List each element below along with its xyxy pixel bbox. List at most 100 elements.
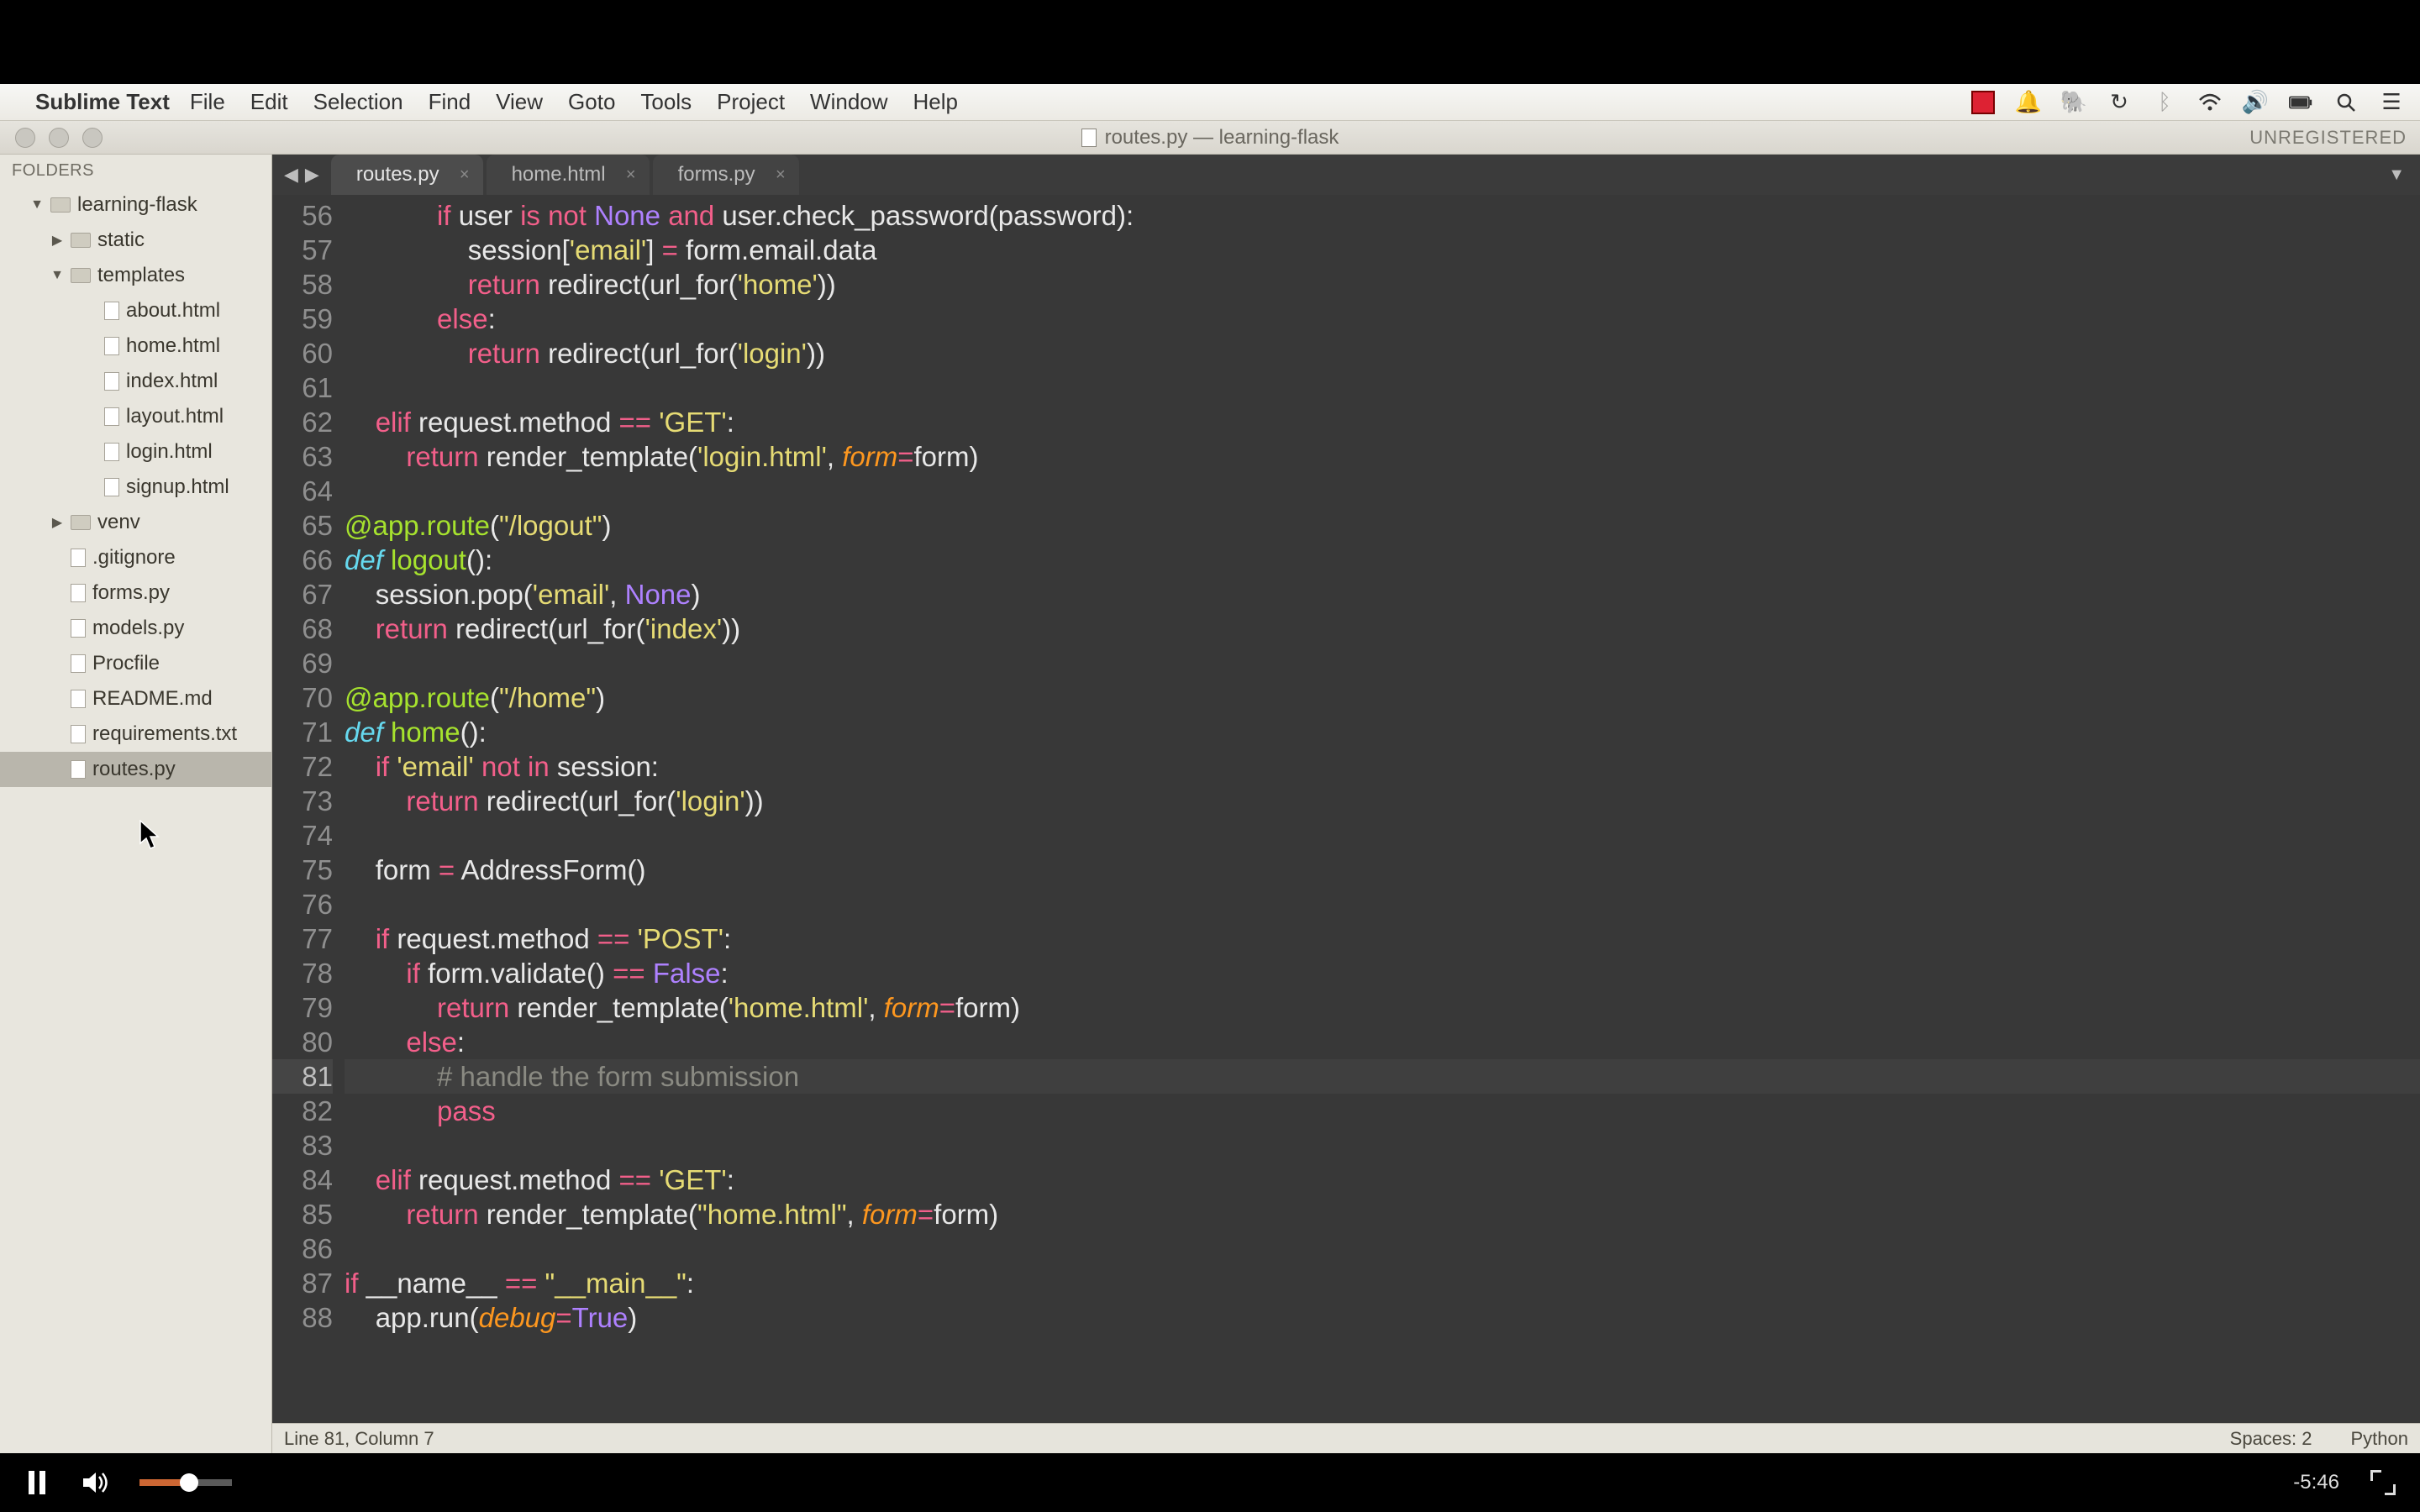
code-line[interactable]: def home(): [345, 715, 2420, 749]
code-line[interactable]: session['email'] = form.email.data [345, 233, 2420, 267]
tab-forms-py[interactable]: forms.py× [653, 155, 799, 195]
menu-edit[interactable]: Edit [250, 89, 288, 114]
line-number[interactable]: 86 [272, 1231, 333, 1266]
line-number[interactable]: 85 [272, 1197, 333, 1231]
code-line[interactable]: @app.route("/logout") [345, 508, 2420, 543]
battery-icon[interactable] [2289, 91, 2312, 114]
line-number[interactable]: 88 [272, 1300, 333, 1335]
file-README.md[interactable]: README.md [0, 681, 271, 717]
menu-help[interactable]: Help [913, 89, 958, 114]
volume-icon[interactable]: 🔊 [2244, 91, 2267, 114]
app-name[interactable]: Sublime Text [35, 89, 170, 115]
code-line[interactable] [345, 474, 2420, 508]
file-requirements.txt[interactable]: requirements.txt [0, 717, 271, 752]
file-layout.html[interactable]: layout.html [0, 399, 271, 434]
nav-back-icon[interactable]: ◀ [284, 164, 298, 186]
file-home.html[interactable]: home.html [0, 328, 271, 364]
file-index.html[interactable]: index.html [0, 364, 271, 399]
code-line[interactable] [345, 370, 2420, 405]
line-number[interactable]: 63 [272, 439, 333, 474]
line-number[interactable]: 59 [272, 302, 333, 336]
menu-tools[interactable]: Tools [640, 89, 692, 114]
file-.gitignore[interactable]: .gitignore [0, 540, 271, 575]
file-forms.py[interactable]: forms.py [0, 575, 271, 611]
line-number[interactable]: 76 [272, 887, 333, 921]
line-number[interactable]: 60 [272, 336, 333, 370]
code-line[interactable]: session.pop('email', None) [345, 577, 2420, 612]
cursor-position[interactable]: Line 81, Column 7 [284, 1428, 434, 1450]
line-number[interactable]: 57 [272, 233, 333, 267]
code-line[interactable]: if __name__ == "__main__": [345, 1266, 2420, 1300]
line-number[interactable]: 77 [272, 921, 333, 956]
progress-knob[interactable] [180, 1473, 198, 1492]
tab-home-html[interactable]: home.html× [487, 155, 650, 195]
code-view[interactable]: 5657585960616263646566676869707172737475… [272, 195, 2420, 1423]
code-line[interactable]: if request.method == 'POST': [345, 921, 2420, 956]
progress-bar[interactable] [139, 1479, 232, 1486]
fullscreen-button[interactable] [2368, 1467, 2398, 1498]
menu-view[interactable]: View [496, 89, 543, 114]
line-number[interactable]: 56 [272, 198, 333, 233]
line-number[interactable]: 66 [272, 543, 333, 577]
line-number[interactable]: 68 [272, 612, 333, 646]
file-login.html[interactable]: login.html [0, 434, 271, 470]
line-number[interactable]: 58 [272, 267, 333, 302]
menu-goto[interactable]: Goto [568, 89, 615, 114]
code-line[interactable]: else: [345, 1025, 2420, 1059]
line-number[interactable]: 84 [272, 1163, 333, 1197]
menu-file[interactable]: File [190, 89, 225, 114]
line-number[interactable]: 80 [272, 1025, 333, 1059]
disclosure-icon[interactable]: ▶ [50, 232, 64, 249]
pause-button[interactable] [22, 1467, 52, 1498]
tab-close-icon[interactable]: × [460, 165, 470, 185]
menu-find[interactable]: Find [429, 89, 471, 114]
folder-templates[interactable]: ▼templates [0, 258, 271, 293]
file-about.html[interactable]: about.html [0, 293, 271, 328]
code-line[interactable]: return redirect(url_for('login')) [345, 784, 2420, 818]
code-content[interactable]: if user is not None and user.check_passw… [345, 195, 2420, 1423]
code-line[interactable]: app.run(debug=True) [345, 1300, 2420, 1335]
volume-button[interactable] [81, 1467, 111, 1498]
tab-overflow-icon[interactable]: ▼ [2373, 155, 2420, 195]
tab-routes-py[interactable]: routes.py× [331, 155, 483, 195]
code-line[interactable]: if form.validate() == False: [345, 956, 2420, 990]
evernote-icon[interactable]: 🐘 [2062, 91, 2086, 114]
syntax-setting[interactable]: Python [2351, 1428, 2409, 1450]
code-line[interactable] [345, 887, 2420, 921]
line-number[interactable]: 73 [272, 784, 333, 818]
line-number[interactable]: 74 [272, 818, 333, 853]
code-line[interactable]: if user is not None and user.check_passw… [345, 198, 2420, 233]
code-line[interactable]: else: [345, 302, 2420, 336]
window-titlebar[interactable]: routes.py — learning-flask UNREGISTERED [0, 121, 2420, 155]
bluetooth-icon[interactable]: ᛒ [2153, 91, 2176, 114]
file-Procfile[interactable]: Procfile [0, 646, 271, 681]
code-line[interactable]: elif request.method == 'GET': [345, 1163, 2420, 1197]
tab-close-icon[interactable]: × [626, 165, 636, 185]
line-number[interactable]: 71 [272, 715, 333, 749]
code-line[interactable]: pass [345, 1094, 2420, 1128]
code-line[interactable]: def logout(): [345, 543, 2420, 577]
menu-selection[interactable]: Selection [313, 89, 403, 114]
timemachine-icon[interactable]: ↻ [2107, 91, 2131, 114]
code-line[interactable]: return redirect(url_for('home')) [345, 267, 2420, 302]
tab-close-icon[interactable]: × [776, 165, 786, 185]
line-number[interactable]: 65 [272, 508, 333, 543]
line-number[interactable]: 64 [272, 474, 333, 508]
line-number[interactable]: 62 [272, 405, 333, 439]
line-gutter[interactable]: 5657585960616263646566676869707172737475… [272, 195, 345, 1423]
code-line[interactable] [345, 1128, 2420, 1163]
line-number[interactable]: 61 [272, 370, 333, 405]
line-number[interactable]: 87 [272, 1266, 333, 1300]
disclosure-icon[interactable]: ▼ [30, 197, 44, 213]
folder-venv[interactable]: ▶venv [0, 505, 271, 540]
code-line[interactable]: return render_template("home.html", form… [345, 1197, 2420, 1231]
line-number[interactable]: 78 [272, 956, 333, 990]
record-icon[interactable] [1971, 91, 1995, 114]
code-line[interactable]: return redirect(url_for('index')) [345, 612, 2420, 646]
code-line[interactable] [345, 1231, 2420, 1266]
line-number[interactable]: 67 [272, 577, 333, 612]
line-number[interactable]: 81 [272, 1059, 333, 1094]
line-number[interactable]: 79 [272, 990, 333, 1025]
code-line[interactable]: if 'email' not in session: [345, 749, 2420, 784]
code-line[interactable]: form = AddressForm() [345, 853, 2420, 887]
